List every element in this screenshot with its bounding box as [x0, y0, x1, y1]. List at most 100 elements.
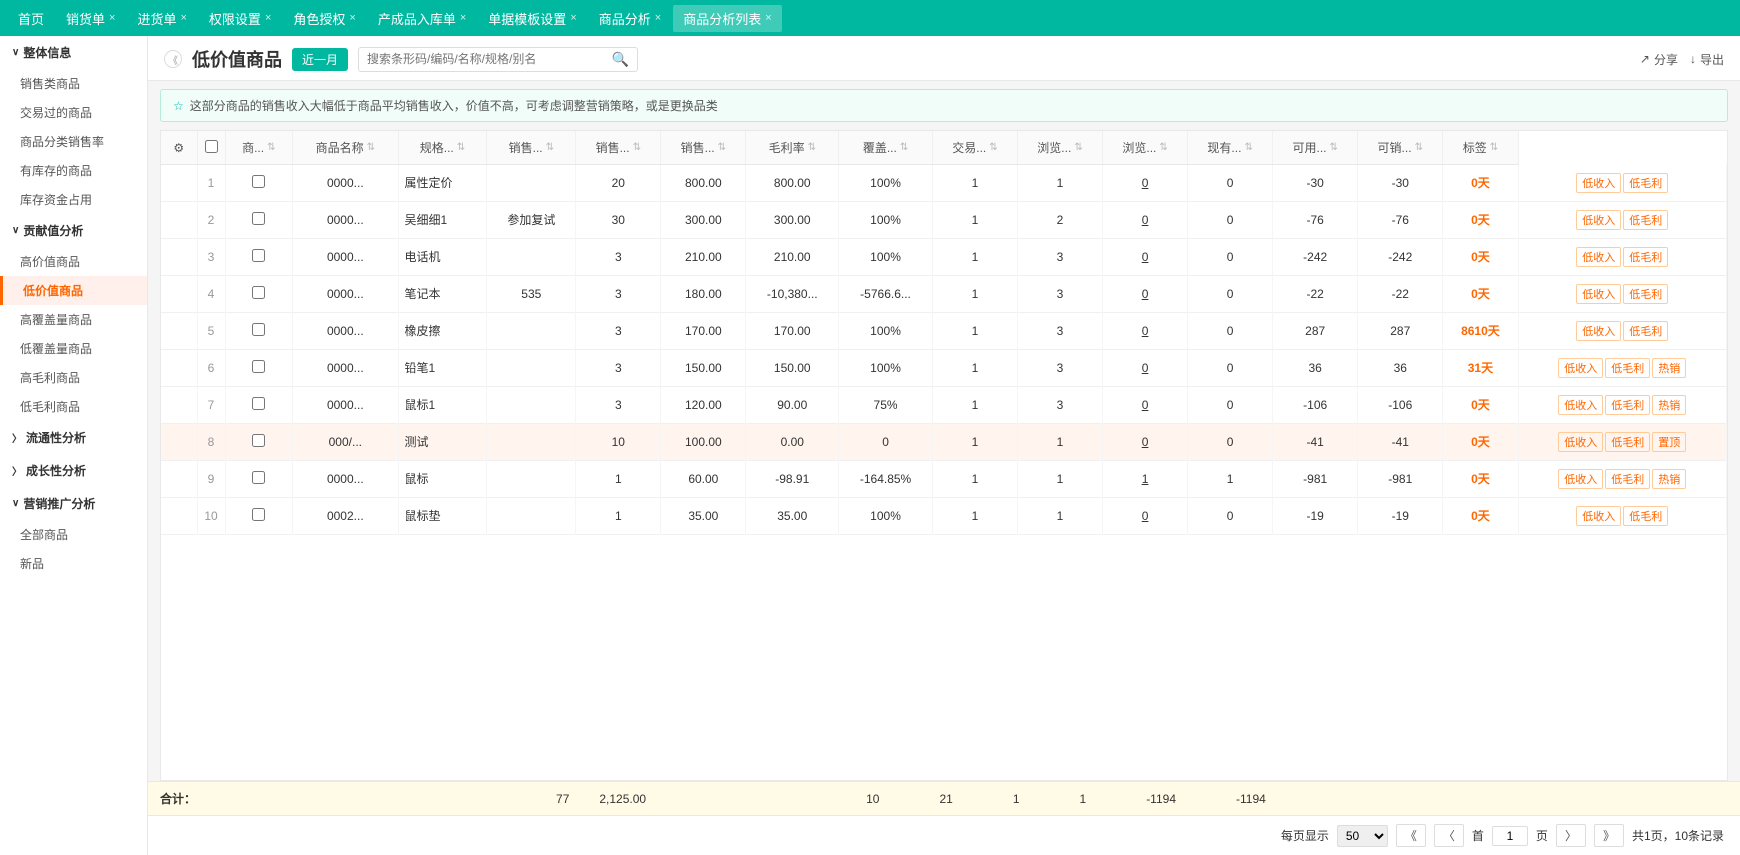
nav-home[interactable]: 首页	[8, 5, 54, 32]
row-checkbox-cell[interactable]	[225, 349, 293, 386]
prev-page-btn[interactable]: 〈	[1434, 824, 1464, 847]
row-browse1[interactable]: 0	[1103, 423, 1188, 460]
sidebar-group-overall[interactable]: ∨ 整体信息	[0, 36, 147, 69]
row-browse1[interactable]: 0	[1103, 497, 1188, 534]
nav-purchase-order[interactable]: 进货单 ×	[127, 5, 196, 32]
sidebar-item-category-rate[interactable]: 商品分类销售率	[0, 127, 147, 156]
col-tags-header[interactable]: 标签⇅	[1443, 131, 1518, 165]
row-checkbox[interactable]	[252, 286, 265, 299]
sidebar-item-new-goods[interactable]: 新品	[0, 549, 147, 578]
row-name[interactable]: 属性定价	[398, 165, 487, 202]
row-browse1[interactable]: 0	[1103, 201, 1188, 238]
sidebar-item-traded-goods[interactable]: 交易过的商品	[0, 98, 147, 127]
nav-sales-order[interactable]: 销货单 ×	[56, 5, 125, 32]
nav-product-analysis-list[interactable]: 商品分析列表 ×	[673, 5, 781, 32]
sidebar-item-low-coverage[interactable]: 低覆盖量商品	[0, 334, 147, 363]
row-checkbox-cell[interactable]	[225, 275, 293, 312]
nav-close-template[interactable]: ×	[570, 12, 576, 24]
row-browse1[interactable]: 1	[1103, 460, 1188, 497]
row-checkbox-cell[interactable]	[225, 312, 293, 349]
row-checkbox[interactable]	[252, 508, 265, 521]
row-name[interactable]: 橡皮擦	[398, 312, 487, 349]
sidebar-item-all-goods[interactable]: 全部商品	[0, 520, 147, 549]
col-margin-header[interactable]: 毛利率⇅	[746, 131, 839, 165]
sidebar-group-marketing[interactable]: ∨ 营销推广分析	[0, 487, 147, 520]
sidebar-group-liquidity[interactable]: 〉 流通性分析	[0, 421, 147, 454]
nav-product-stock[interactable]: 产成品入库单 ×	[368, 5, 476, 32]
row-name[interactable]: 鼠标	[398, 460, 487, 497]
share-btn[interactable]: ↗ 分享	[1640, 51, 1678, 68]
row-name[interactable]: 吴细细1	[398, 201, 487, 238]
sidebar-item-low-margin[interactable]: 低毛利商品	[0, 392, 147, 421]
page-number-input[interactable]	[1492, 826, 1528, 846]
row-browse1[interactable]: 0	[1103, 312, 1188, 349]
col-saleable-header[interactable]: 可销...⇅	[1358, 131, 1443, 165]
row-name[interactable]: 铅笔1	[398, 349, 487, 386]
row-checkbox[interactable]	[252, 471, 265, 484]
col-trade-header[interactable]: 交易...⇅	[932, 131, 1017, 165]
nav-close-sales-order[interactable]: ×	[109, 12, 115, 24]
row-browse1[interactable]: 0	[1103, 349, 1188, 386]
col-sales2-header[interactable]: 销售...⇅	[576, 131, 661, 165]
nav-permission[interactable]: 权限设置 ×	[199, 5, 281, 32]
row-checkbox-cell[interactable]	[225, 423, 293, 460]
sidebar-item-stock-capital[interactable]: 库存资金占用	[0, 185, 147, 214]
sidebar-item-in-stock[interactable]: 有库存的商品	[0, 156, 147, 185]
sidebar-item-high-value[interactable]: 高价值商品	[0, 247, 147, 276]
row-name[interactable]: 鼠标1	[398, 386, 487, 423]
col-browse2-header[interactable]: 浏览...⇅	[1103, 131, 1188, 165]
sidebar-item-sales-goods[interactable]: 销售类商品	[0, 69, 147, 98]
row-checkbox-cell[interactable]	[225, 201, 293, 238]
nav-close-product-analysis[interactable]: ×	[655, 12, 661, 24]
filter-recent-btn[interactable]: 近一月	[292, 48, 348, 71]
col-browse1-header[interactable]: 浏览...⇅	[1017, 131, 1102, 165]
nav-role-auth[interactable]: 角色授权 ×	[283, 5, 365, 32]
row-checkbox[interactable]	[252, 360, 265, 373]
last-page-btn[interactable]: 》	[1594, 824, 1624, 847]
row-checkbox-cell[interactable]	[225, 460, 293, 497]
row-checkbox-cell[interactable]	[225, 165, 293, 202]
row-checkbox[interactable]	[252, 434, 265, 447]
col-name-header[interactable]: 商品名称⇅	[293, 131, 398, 165]
col-available-header[interactable]: 可用...⇅	[1273, 131, 1358, 165]
nav-product-analysis[interactable]: 商品分析 ×	[589, 5, 671, 32]
col-code-header[interactable]: 商...⇅	[225, 131, 293, 165]
sidebar-item-high-coverage[interactable]: 高覆盖量商品	[0, 305, 147, 334]
row-checkbox-cell[interactable]	[225, 497, 293, 534]
nav-close-role-auth[interactable]: ×	[349, 12, 355, 24]
sidebar-item-low-value[interactable]: 低价值商品	[0, 276, 147, 305]
sidebar-collapse-btn[interactable]: 《	[164, 50, 182, 68]
sidebar-group-contribution[interactable]: ∨ 贡献值分析	[0, 214, 147, 247]
row-browse1[interactable]: 0	[1103, 238, 1188, 275]
sidebar-group-growth[interactable]: 〉 成长性分析	[0, 454, 147, 487]
first-page-btn[interactable]: 《	[1396, 824, 1426, 847]
col-select-all[interactable]	[197, 131, 225, 165]
row-browse1[interactable]: 0	[1103, 165, 1188, 202]
row-name[interactable]: 鼠标垫	[398, 497, 487, 534]
nav-close-product-stock[interactable]: ×	[460, 12, 466, 24]
row-checkbox[interactable]	[252, 212, 265, 225]
col-cover-header[interactable]: 覆盖...⇅	[839, 131, 933, 165]
row-checkbox-cell[interactable]	[225, 238, 293, 275]
row-checkbox-cell[interactable]	[225, 386, 293, 423]
nav-close-purchase-order[interactable]: ×	[180, 12, 186, 24]
row-checkbox[interactable]	[252, 323, 265, 336]
col-sales1-header[interactable]: 销售...⇅	[487, 131, 576, 165]
row-name[interactable]: 测试	[398, 423, 487, 460]
export-btn[interactable]: ↓ 导出	[1690, 51, 1724, 68]
row-browse1[interactable]: 0	[1103, 275, 1188, 312]
row-checkbox[interactable]	[252, 249, 265, 262]
col-sales3-header[interactable]: 销售...⇅	[661, 131, 746, 165]
nav-close-product-analysis-list[interactable]: ×	[765, 12, 771, 24]
nav-template-settings[interactable]: 单据模板设置 ×	[478, 5, 586, 32]
row-checkbox[interactable]	[252, 175, 265, 188]
next-page-btn[interactable]: 〉	[1556, 824, 1586, 847]
col-current-header[interactable]: 现有...⇅	[1188, 131, 1273, 165]
nav-close-permission[interactable]: ×	[265, 12, 271, 24]
per-page-select[interactable]: 50 100 200	[1337, 825, 1388, 847]
row-checkbox[interactable]	[252, 397, 265, 410]
col-spec-header[interactable]: 规格...⇅	[398, 131, 487, 165]
search-input[interactable]	[367, 52, 608, 66]
row-name[interactable]: 电话机	[398, 238, 487, 275]
col-gear[interactable]: ⚙	[161, 131, 197, 165]
